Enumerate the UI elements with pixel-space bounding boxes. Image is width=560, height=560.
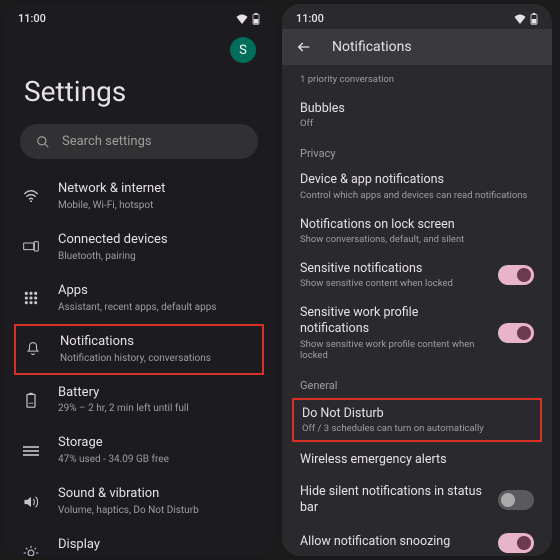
search-input[interactable]: Search settings	[20, 124, 258, 159]
row-hide-silent[interactable]: Hide silent notifications in status bar	[282, 476, 552, 525]
row-lockscreen[interactable]: Notifications on lock screenShow convers…	[282, 209, 552, 253]
search-placeholder: Search settings	[62, 134, 152, 149]
back-icon[interactable]	[296, 39, 312, 55]
notifications-screen: 11:00 Notifications 1 priority conversat…	[282, 4, 552, 556]
brightness-icon	[23, 545, 39, 556]
item-apps[interactable]: AppsAssistant, recent apps, default apps	[4, 273, 274, 324]
battery-icon	[252, 13, 260, 25]
battery-icon	[530, 13, 538, 25]
bell-icon	[26, 341, 40, 357]
wifi-icon	[514, 14, 526, 24]
row-device-app[interactable]: Device & app notificationsControl which …	[282, 164, 552, 208]
battery-icon	[26, 392, 36, 408]
header-title: Notifications	[332, 39, 412, 55]
row-wireless-alerts[interactable]: Wireless emergency alerts	[282, 444, 552, 476]
toggle-sensitive[interactable]	[498, 265, 534, 285]
row-dnd[interactable]: Do Not DisturbOff / 3 schedules can turn…	[302, 406, 532, 434]
highlight-dnd: Do Not DisturbOff / 3 schedules can turn…	[292, 398, 542, 442]
status-time: 11:00	[296, 12, 324, 25]
volume-icon	[23, 495, 39, 509]
settings-screen: 11:00 S Settings Search settings Network…	[4, 4, 274, 556]
row-sensitive[interactable]: Sensitive notificationsShow sensitive co…	[282, 253, 552, 297]
storage-icon	[23, 445, 39, 457]
header-bar: Notifications	[282, 29, 552, 65]
row-bubbles[interactable]: BubblesOff	[282, 93, 552, 137]
page-title: Settings	[4, 63, 274, 124]
row-sensitive-work[interactable]: Sensitive work profile notificationsShow…	[282, 297, 552, 369]
toggle-hide-silent[interactable]	[498, 490, 534, 510]
item-battery[interactable]: Battery29% – 2 hr, 2 min left until full	[4, 375, 274, 426]
highlight-notifications: NotificationsNotification history, conve…	[14, 324, 264, 375]
item-notifications[interactable]: NotificationsNotification history, conve…	[24, 334, 254, 365]
row-snoozing[interactable]: Allow notification snoozing	[282, 525, 552, 557]
wifi-icon	[23, 190, 39, 202]
section-privacy: Privacy	[282, 137, 552, 164]
row-priority[interactable]: 1 priority conversation	[282, 65, 552, 93]
apps-icon	[24, 291, 38, 305]
search-icon	[36, 135, 50, 149]
status-bar: 11:00	[282, 4, 552, 29]
toggle-snoozing[interactable]	[498, 533, 534, 553]
devices-icon	[23, 241, 39, 253]
toggle-sensitive-work[interactable]	[498, 323, 534, 343]
item-sound[interactable]: Sound & vibrationVolume, haptics, Do Not…	[4, 476, 274, 527]
item-storage[interactable]: Storage47% used - 34.09 GB free	[4, 425, 274, 476]
wifi-icon	[236, 14, 248, 24]
status-time: 11:00	[18, 12, 46, 25]
status-icons	[236, 12, 260, 25]
item-display[interactable]: DisplayDark theme, font size, brightness	[4, 527, 274, 556]
section-general: General	[282, 369, 552, 396]
status-icons	[514, 12, 538, 25]
status-bar: 11:00	[4, 4, 274, 29]
item-network[interactable]: Network & internetMobile, Wi-Fi, hotspot	[4, 171, 274, 222]
item-connected-devices[interactable]: Connected devicesBluetooth, pairing	[4, 222, 274, 273]
profile-avatar[interactable]: S	[230, 37, 256, 63]
